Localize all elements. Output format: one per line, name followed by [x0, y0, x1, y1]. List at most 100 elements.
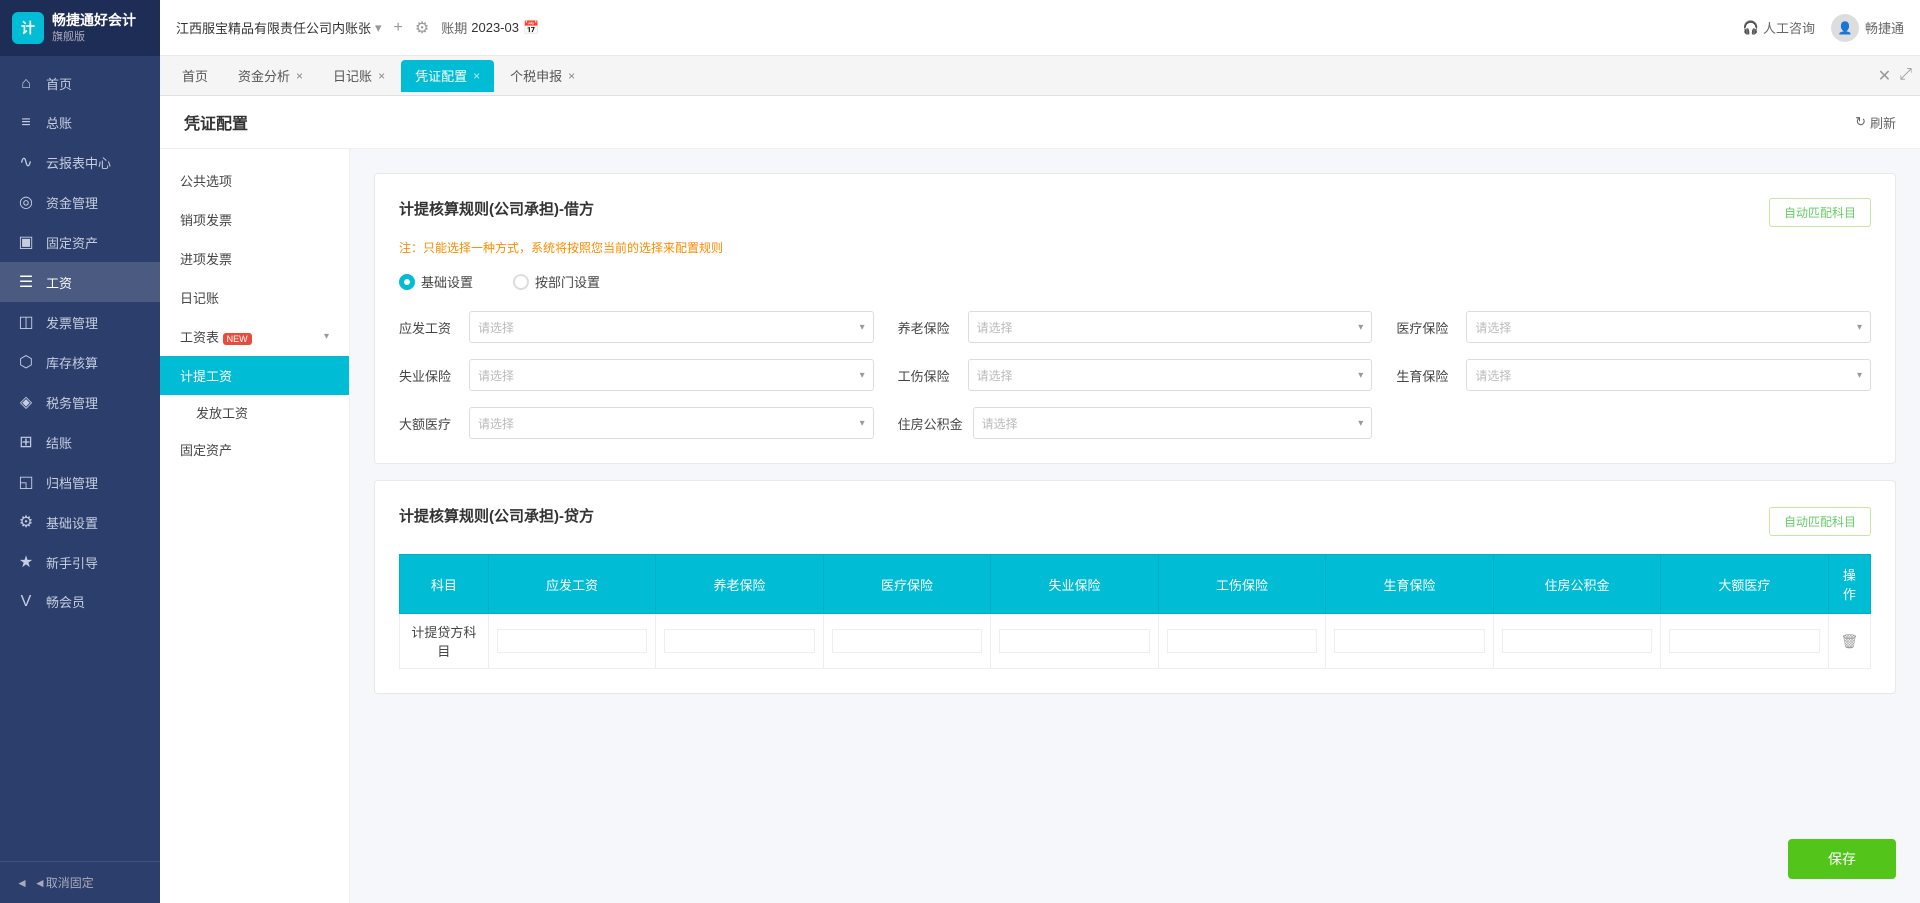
- tab-journal-close[interactable]: ×: [378, 69, 385, 83]
- cell-medical[interactable]: [823, 614, 990, 669]
- injury-placeholder: 请选择: [977, 367, 1013, 384]
- sidebar-item-inventory[interactable]: ⬡ 库存核算: [0, 342, 160, 382]
- nav-item-salary-pay[interactable]: 发放工资: [160, 395, 349, 430]
- nav-item-sales[interactable]: 销项发票: [160, 200, 349, 239]
- pension-select[interactable]: 请选择 ▾: [968, 311, 1373, 343]
- delete-row-icon[interactable]: 🗑: [1840, 633, 1858, 649]
- tab-voucher-close[interactable]: ×: [473, 69, 480, 83]
- nav-item-journal[interactable]: 日记账: [160, 278, 349, 317]
- topbar-service[interactable]: 🎧 人工咨询: [1743, 18, 1815, 37]
- input-housing-fund[interactable]: [1502, 629, 1652, 653]
- col-gross-salary: 应发工资: [488, 555, 655, 614]
- input-large-medical[interactable]: [1669, 629, 1819, 653]
- maternity-select[interactable]: 请选择 ▾: [1466, 359, 1871, 391]
- radio-dept[interactable]: 按部门设置: [513, 272, 600, 291]
- maternity-placeholder: 请选择: [1475, 367, 1511, 384]
- new-badge: NEW: [223, 333, 252, 345]
- cell-injury[interactable]: [1158, 614, 1325, 669]
- cell-unemployment[interactable]: [991, 614, 1158, 669]
- tab-journal-label: 日记账: [333, 66, 372, 85]
- form-item-housing-fund: 住房公积金 请选择 ▾: [898, 407, 1373, 439]
- maternity-label: 生育保险: [1396, 366, 1456, 385]
- reports-icon: ∿: [16, 152, 36, 172]
- maternity-arrow-icon: ▾: [1857, 370, 1862, 381]
- tab-home[interactable]: 首页: [168, 60, 222, 92]
- tab-home-label: 首页: [182, 66, 208, 85]
- sidebar-footer[interactable]: ◄ ◄取消固定: [0, 861, 160, 903]
- auto-match-debit-button[interactable]: 自动匹配科目: [1769, 198, 1871, 227]
- cell-maternity[interactable]: [1326, 614, 1493, 669]
- cell-gross-salary[interactable]: [488, 614, 655, 669]
- tab-tax-close[interactable]: ×: [568, 69, 575, 83]
- nav-item-salary-accrual-label: 计提工资: [180, 366, 232, 385]
- sidebar-item-guide[interactable]: ★ 新手引导: [0, 542, 160, 582]
- sidebar-item-reports[interactable]: ∿ 云报表中心: [0, 142, 160, 182]
- large-medical-select[interactable]: 请选择 ▾: [469, 407, 874, 439]
- nav-item-purchase[interactable]: 进项发票: [160, 239, 349, 278]
- medical-select[interactable]: 请选择 ▾: [1466, 311, 1871, 343]
- ledger-icon: ≡: [16, 114, 36, 132]
- medical-placeholder: 请选择: [1475, 319, 1511, 336]
- input-pension[interactable]: [664, 629, 814, 653]
- sidebar-item-tax[interactable]: ◈ 税务管理: [0, 382, 160, 422]
- sidebar-item-closing[interactable]: ⊞ 结账: [0, 422, 160, 462]
- nav-item-fixed-assets[interactable]: 固定资产: [160, 430, 349, 469]
- sidebar-item-salary[interactable]: ☰ 工资: [0, 262, 160, 302]
- expand-icon[interactable]: ⤢: [1899, 66, 1912, 86]
- housing-fund-label: 住房公积金: [898, 414, 963, 433]
- gross-salary-arrow-icon: ▾: [860, 322, 865, 333]
- radio-dept-circle: [513, 274, 529, 290]
- injury-select[interactable]: 请选择 ▾: [968, 359, 1373, 391]
- close-tab-icon[interactable]: ✕: [1878, 66, 1891, 86]
- unemployment-select[interactable]: 请选择 ▾: [469, 359, 874, 391]
- save-button[interactable]: 保存: [1788, 839, 1896, 879]
- input-unemployment[interactable]: [999, 629, 1149, 653]
- input-injury[interactable]: [1167, 629, 1317, 653]
- sidebar-item-home[interactable]: ⌂ 首页: [0, 64, 160, 103]
- nav-item-sales-label: 销项发票: [180, 210, 232, 229]
- gross-salary-select[interactable]: 请选择 ▾: [469, 311, 874, 343]
- cell-action[interactable]: 🗑: [1828, 614, 1870, 669]
- nav-item-public[interactable]: 公共选项: [160, 161, 349, 200]
- unemployment-arrow-icon: ▾: [860, 370, 865, 381]
- auto-match-credit-button[interactable]: 自动匹配科目: [1769, 507, 1871, 536]
- cell-housing-fund[interactable]: [1493, 614, 1660, 669]
- input-gross-salary[interactable]: [497, 629, 647, 653]
- sidebar-item-assets[interactable]: ▣ 固定资产: [0, 222, 160, 262]
- sidebar-item-settings[interactable]: ⚙ 基础设置: [0, 502, 160, 542]
- radio-basic[interactable]: 基础设置: [399, 272, 473, 291]
- tab-funds[interactable]: 资金分析 ×: [224, 60, 317, 92]
- tab-tax[interactable]: 个税申报 ×: [496, 60, 589, 92]
- tab-funds-close[interactable]: ×: [296, 69, 303, 83]
- refresh-button[interactable]: ↻ 刷新: [1855, 113, 1896, 132]
- nav-item-salary-accrual[interactable]: 计提工资: [160, 356, 349, 395]
- sidebar-item-ledger[interactable]: ≡ 总账: [0, 103, 160, 142]
- page-header: 凭证配置 ↻ 刷新: [160, 96, 1920, 149]
- sidebar-item-funds[interactable]: ◎ 资金管理: [0, 182, 160, 222]
- debit-section-note: 注：只能选择一种方式，系统将按照您当前的选择来配置规则: [399, 239, 1871, 256]
- calendar-icon[interactable]: 📅: [523, 20, 539, 36]
- topbar-user[interactable]: 👤 畅捷通: [1831, 14, 1904, 42]
- sidebar-item-archive[interactable]: ◱ 归档管理: [0, 462, 160, 502]
- input-maternity[interactable]: [1334, 629, 1484, 653]
- tabs-actions: ✕ ⤢: [1878, 66, 1912, 86]
- closing-icon: ⊞: [16, 432, 36, 452]
- topbar-company[interactable]: 江西服宝精品有限责任公司内账张 ▾: [176, 18, 382, 37]
- housing-fund-select[interactable]: 请选择 ▾: [973, 407, 1373, 439]
- cell-pension[interactable]: [656, 614, 823, 669]
- tab-journal[interactable]: 日记账 ×: [319, 60, 399, 92]
- gross-salary-label: 应发工资: [399, 318, 459, 337]
- topbar-settings-icon[interactable]: ⚙: [415, 18, 429, 38]
- nav-item-salary-table[interactable]: 工资表 NEW ▾: [160, 317, 349, 356]
- sidebar-item-vip[interactable]: V 畅会员: [0, 582, 160, 621]
- tab-tax-label: 个税申报: [510, 66, 562, 85]
- sidebar-item-label: 资金管理: [46, 193, 98, 212]
- input-medical[interactable]: [832, 629, 982, 653]
- logo-text: 畅捷通好会计: [52, 12, 136, 29]
- sidebar-item-invoice[interactable]: ◫ 发票管理: [0, 302, 160, 342]
- tab-voucher[interactable]: 凭证配置 ×: [401, 60, 494, 92]
- add-icon[interactable]: +: [394, 19, 403, 37]
- cell-large-medical[interactable]: [1661, 614, 1828, 669]
- salary-icon: ☰: [16, 272, 36, 292]
- unemployment-placeholder: 请选择: [478, 367, 514, 384]
